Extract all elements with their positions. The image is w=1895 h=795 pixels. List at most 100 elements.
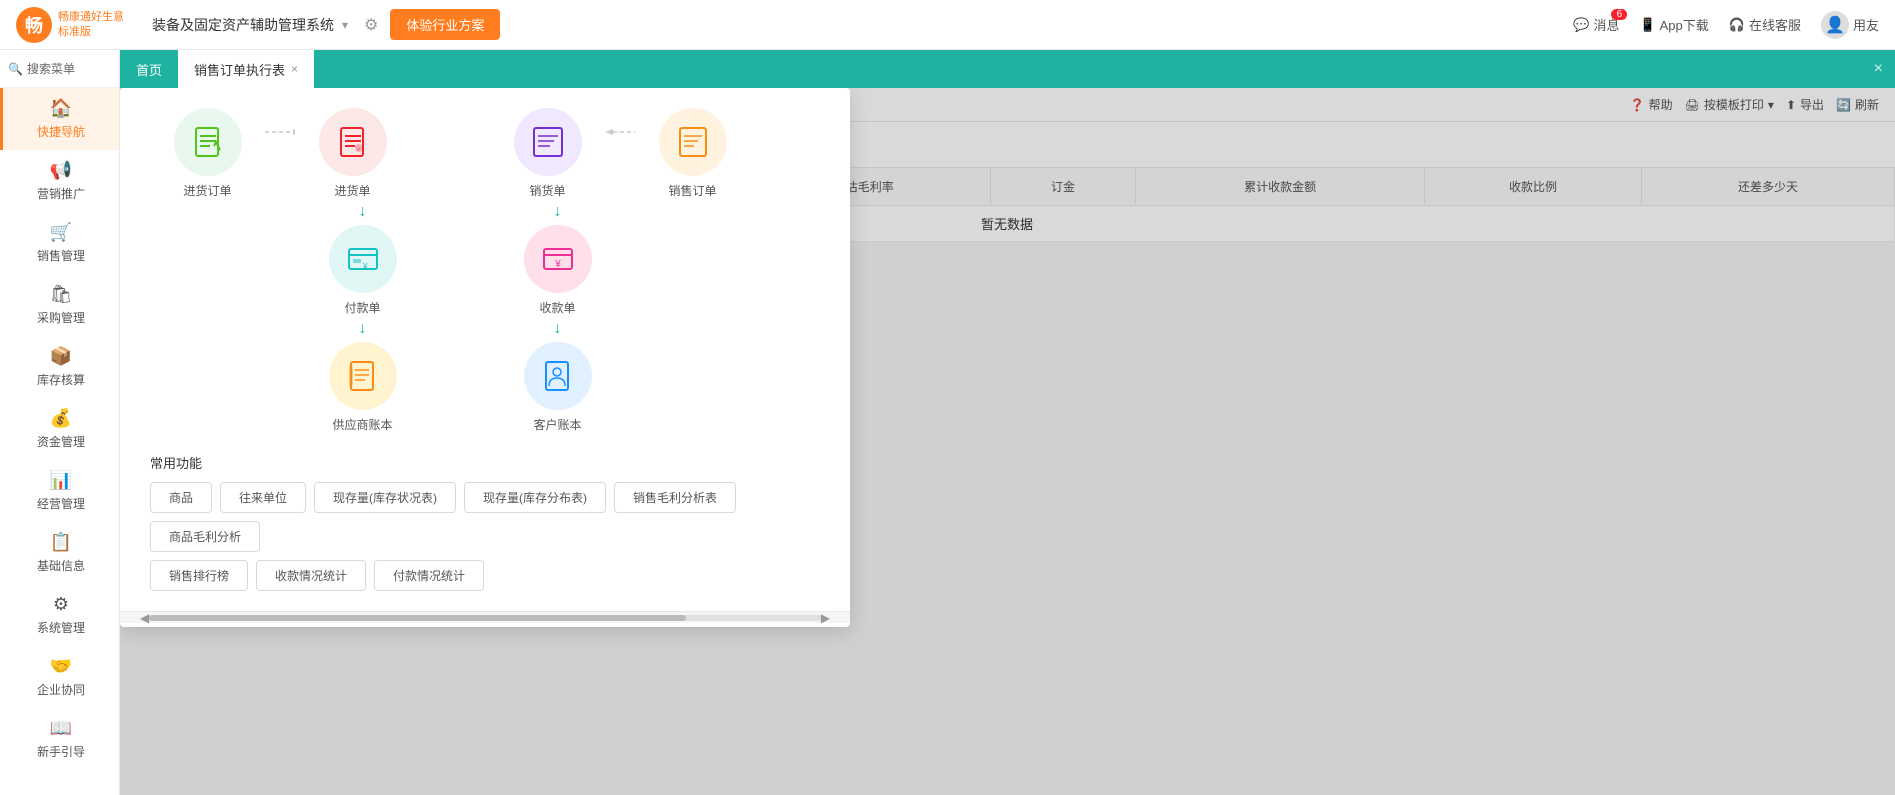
sidebar-item-purchase[interactable]: 🛍 采购管理 [0, 274, 119, 336]
sidebar-item-marketing[interactable]: 📢 营销推广 [0, 150, 119, 212]
sidebar-search-label: 搜索菜单 [27, 60, 75, 77]
tab-sales-order-exec[interactable]: 销售订单执行表 × [178, 50, 314, 88]
sidebar-item-label-inventory: 库存核算 [37, 371, 85, 388]
tab-home[interactable]: 首页 [120, 50, 178, 88]
flow-node-sales-bill[interactable]: 销货单 [490, 108, 605, 199]
system-title-area: 装备及固定资产辅助管理系统 ▾ ⚙ [152, 15, 378, 35]
purchase-order-label: 进货订单 [183, 182, 231, 199]
flow-node-payment[interactable]: ¥ 付款单 [305, 225, 420, 316]
payment-circle: ¥ [329, 225, 397, 293]
purchase-bill-circle: ✓ [319, 108, 387, 176]
btn-counterpart[interactable]: 往来单位 [220, 482, 306, 513]
flow-node-sales-order[interactable]: 销售订单 [635, 108, 750, 199]
flow-node-purchase-order[interactable]: 进货订单 [150, 108, 265, 199]
user-menu[interactable]: 👤 用友 [1821, 11, 1879, 39]
purchase-order-circle [174, 108, 242, 176]
sidebar-item-quick-nav[interactable]: 🏠 快捷导航 [0, 88, 119, 150]
sidebar-item-basic[interactable]: 📋 基础信息 [0, 522, 119, 584]
basic-icon: 📋 [50, 532, 72, 553]
btn-stock-status[interactable]: 现存量(库存状况表) [314, 482, 456, 513]
sidebar-item-guide[interactable]: 📖 新手引导 [0, 708, 119, 770]
quick-nav-icon: 🏠 [50, 98, 72, 119]
online-service-button[interactable]: 🎧 在线客服 [1729, 15, 1801, 34]
flow-node-receipt[interactable]: ¥ 收款单 [500, 225, 615, 316]
app-download-button[interactable]: 📱 App下载 [1639, 15, 1708, 34]
dropdown-arrow-icon[interactable]: ▾ [342, 18, 348, 32]
online-service-label: 在线客服 [1749, 15, 1801, 34]
scrollbar-track[interactable] [149, 615, 821, 621]
flow-arrow-row-2: ↓ ↓ [150, 316, 820, 342]
app-download-label: App下载 [1660, 15, 1709, 34]
scroll-left-icon[interactable]: ◀ [140, 611, 149, 625]
common-buttons-row-1: 商品 往来单位 现存量(库存状况表) 现存量(库存分布表) 销售毛利分析表 商品… [150, 482, 820, 552]
sidebar-item-label-cooperation: 企业协同 [37, 681, 85, 698]
user-name: 用友 [1853, 15, 1879, 34]
settings-icon[interactable]: ⚙ [364, 15, 378, 35]
receipt-circle: ¥ [524, 225, 592, 293]
message-badge: 6 [1611, 9, 1627, 20]
flow-node-supplier-ledger[interactable]: 供应商账本 [305, 342, 420, 433]
app-body: 🔍 搜索菜单 🏠 快捷导航 📢 营销推广 🛒 销售管理 🛍 采购管理 📦 库存核… [0, 50, 1895, 795]
window-close-icon[interactable]: × [1874, 60, 1883, 78]
scroll-right-icon[interactable]: ▶ [821, 611, 830, 625]
download-icon: 📱 [1639, 17, 1655, 33]
btn-sales-rank[interactable]: 销售排行榜 [150, 560, 248, 591]
sidebar-search[interactable]: 🔍 搜索菜单 [0, 50, 119, 88]
arrow-sales-order-to-bill [605, 108, 635, 138]
flow-row-1: 进货订单 [150, 108, 820, 199]
sidebar-item-label-purchase: 采购管理 [37, 309, 85, 326]
sidebar-item-label-quick-nav: 快捷导航 [37, 123, 85, 140]
finance-icon: 💰 [50, 408, 72, 429]
flow-area: 进货订单 [120, 88, 850, 443]
flow-node-purchase-bill[interactable]: ✓ 进货单 [295, 108, 410, 199]
overlay[interactable]: 进货订单 [120, 88, 1895, 795]
service-icon: 🎧 [1729, 17, 1745, 33]
supplier-ledger-label: 供应商账本 [332, 416, 392, 433]
btn-product[interactable]: 商品 [150, 482, 212, 513]
down-arrow-payment: ↓ [305, 316, 420, 342]
receipt-label: 收款单 [539, 299, 575, 316]
inventory-icon: 📦 [50, 346, 72, 367]
user-avatar: 👤 [1821, 11, 1849, 39]
sales-bill-circle [514, 108, 582, 176]
tab-close-icon[interactable]: × [291, 62, 298, 76]
main-content: 首页 销售订单执行表 × × ❓ 帮助 🖨 按模板打印 ▾ [120, 50, 1895, 795]
flow-arrow-row-1: ↓ ↓ [150, 199, 820, 225]
sidebar-item-system[interactable]: ⚙ 系统管理 [0, 584, 119, 646]
marketing-icon: 📢 [50, 160, 72, 181]
system-title-text: 装备及固定资产辅助管理系统 [152, 15, 334, 35]
flow-node-customer-ledger[interactable]: 客户账本 [500, 342, 615, 433]
flow-row-3: 供应商账本 [150, 342, 820, 433]
svg-text:¥: ¥ [554, 259, 561, 270]
sidebar-item-cooperation[interactable]: 🤝 企业协同 [0, 646, 119, 708]
supplier-ledger-circle [329, 342, 397, 410]
down-arrow-receipt: ↓ [500, 316, 615, 342]
btn-receipt-stats[interactable]: 收款情况统计 [256, 560, 366, 591]
sales-order-label: 销售订单 [668, 182, 716, 199]
sales-icon: 🛒 [50, 222, 72, 243]
popup-content: 进货订单 [120, 88, 850, 627]
popup: 进货订单 [120, 88, 850, 627]
btn-sales-margin[interactable]: 销售毛利分析表 [614, 482, 736, 513]
sales-order-exec-tab-label: 销售订单执行表 [194, 60, 285, 79]
sidebar-item-sales[interactable]: 🛒 销售管理 [0, 212, 119, 274]
sidebar-item-inventory[interactable]: 📦 库存核算 [0, 336, 119, 398]
payment-label: 付款单 [344, 299, 380, 316]
message-button[interactable]: 💬 消息 6 [1573, 15, 1619, 34]
sidebar-item-finance[interactable]: 💰 资金管理 [0, 398, 119, 460]
btn-payment-stats[interactable]: 付款情况统计 [374, 560, 484, 591]
arrow-purchase-order-to-bill [265, 108, 295, 138]
page-area: ❓ 帮助 🖨 按模板打印 ▾ ⬆ 导出 🔄 刷新 [120, 88, 1895, 795]
svg-text:✓: ✓ [356, 147, 361, 153]
search-icon: 🔍 [8, 62, 23, 76]
sidebar-item-operations[interactable]: 📊 经营管理 [0, 460, 119, 522]
sidebar-item-label-basic: 基础信息 [37, 557, 85, 574]
btn-product-margin[interactable]: 商品毛利分析 [150, 521, 260, 552]
scrollbar-thumb [149, 615, 686, 621]
system-icon: ⚙ [53, 594, 69, 615]
trial-button[interactable]: 体验行业方案 [390, 9, 500, 40]
btn-stock-dist[interactable]: 现存量(库存分布表) [464, 482, 606, 513]
down-arrow-purchase-bill: ↓ [305, 199, 420, 225]
sidebar: 🔍 搜索菜单 🏠 快捷导航 📢 营销推广 🛒 销售管理 🛍 采购管理 📦 库存核… [0, 50, 120, 795]
header-right: 💬 消息 6 📱 App下载 🎧 在线客服 👤 用友 [1573, 11, 1879, 39]
